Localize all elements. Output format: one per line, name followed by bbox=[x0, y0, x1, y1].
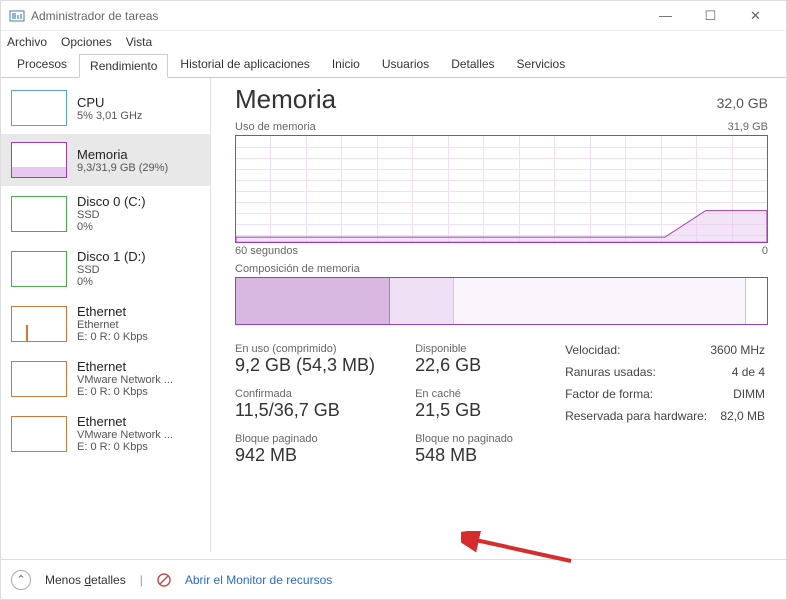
resource-monitor-icon bbox=[157, 573, 171, 587]
app-icon bbox=[9, 8, 25, 24]
sidebar-item-sub2: E: 0 R: 0 Kbps bbox=[77, 331, 148, 343]
resource-monitor-link[interactable]: Abrir el Monitor de recursos bbox=[185, 573, 332, 587]
disk-thumb-icon bbox=[11, 251, 67, 287]
page-title: Memoria bbox=[235, 84, 336, 115]
form-label: Factor de forma: bbox=[565, 387, 653, 401]
chart-time-right: 0 bbox=[762, 245, 768, 257]
sidebar-item-sub2: 0% bbox=[77, 276, 146, 288]
window-controls: — ☐ ✕ bbox=[643, 2, 778, 30]
minimize-button[interactable]: — bbox=[643, 2, 688, 30]
composition-chart bbox=[235, 277, 768, 325]
sidebar-item-sub2: E: 0 R: 0 Kbps bbox=[77, 441, 173, 453]
nonpaged-label: Bloque no paginado bbox=[415, 433, 525, 445]
tab-inicio[interactable]: Inicio bbox=[322, 53, 370, 77]
sidebar-item-label: Disco 1 (D:) bbox=[77, 249, 146, 264]
paged-label: Bloque paginado bbox=[235, 433, 375, 445]
menu-opciones[interactable]: Opciones bbox=[61, 35, 112, 49]
close-button[interactable]: ✕ bbox=[733, 2, 778, 30]
main-panel: Memoria 32,0 GB Uso de memoria 31,9 GB 6… bbox=[211, 78, 786, 552]
sidebar-item-label: Memoria bbox=[77, 147, 168, 162]
sidebar-item-sub2: 0% bbox=[77, 221, 146, 233]
sidebar-item-sub2: E: 0 R: 0 Kbps bbox=[77, 386, 173, 398]
cache-label: En caché bbox=[415, 388, 525, 400]
sidebar-item-sub: VMware Network ... bbox=[77, 374, 173, 386]
tab-rendimiento[interactable]: Rendimiento bbox=[79, 54, 168, 78]
commit-label: Confirmada bbox=[235, 388, 375, 400]
menu-archivo[interactable]: Archivo bbox=[7, 35, 47, 49]
titlebar: Administrador de tareas — ☐ ✕ bbox=[1, 1, 786, 31]
sidebar-item-sub: SSD bbox=[77, 209, 146, 221]
usage-chart-label: Uso de memoria bbox=[235, 121, 316, 133]
mem-thumb-icon bbox=[11, 142, 67, 178]
sidebar-item-label: Ethernet bbox=[77, 304, 148, 319]
sidebar-item-disco0[interactable]: Disco 0 (C:) SSD 0% bbox=[1, 186, 210, 241]
inuse-label: En uso (comprimido) bbox=[235, 343, 375, 355]
usage-chart-max: 31,9 GB bbox=[728, 121, 768, 133]
memory-total: 32,0 GB bbox=[717, 95, 768, 111]
chart-time-left: 60 segundos bbox=[235, 245, 298, 257]
sidebar-item-label: CPU bbox=[77, 95, 142, 110]
form-value: DIMM bbox=[733, 387, 765, 401]
chevron-up-icon[interactable]: ⌃ bbox=[11, 570, 31, 590]
paged-value: 942 MB bbox=[235, 445, 375, 466]
sidebar-item-sub: 5% 3,01 GHz bbox=[77, 110, 142, 122]
fewer-details-link[interactable]: Menos detalles bbox=[45, 573, 126, 587]
sidebar-item-disco1[interactable]: Disco 1 (D:) SSD 0% bbox=[1, 241, 210, 296]
sidebar-item-label: Ethernet bbox=[77, 359, 173, 374]
annotation-arrow-icon bbox=[461, 531, 581, 571]
sidebar-item-ethernet0[interactable]: Ethernet Ethernet E: 0 R: 0 Kbps bbox=[1, 296, 210, 351]
eth-thumb-icon bbox=[11, 361, 67, 397]
hw-value: 82,0 MB bbox=[720, 409, 765, 423]
footer: ⌃ Menos detalles | Abrir el Monitor de r… bbox=[1, 559, 786, 599]
speed-value: 3600 MHz bbox=[710, 343, 765, 357]
sidebar-item-sub: 9,3/31,9 GB (29%) bbox=[77, 162, 168, 174]
window-title: Administrador de tareas bbox=[31, 9, 643, 23]
sidebar-item-ethernet1[interactable]: Ethernet VMware Network ... E: 0 R: 0 Kb… bbox=[1, 351, 210, 406]
usage-chart bbox=[235, 135, 768, 243]
stats-area: En uso (comprimido) 9,2 GB (54,3 MB) Con… bbox=[235, 343, 768, 466]
avail-label: Disponible bbox=[415, 343, 525, 355]
sidebar-item-ethernet2[interactable]: Ethernet VMware Network ... E: 0 R: 0 Kb… bbox=[1, 406, 210, 461]
speed-label: Velocidad: bbox=[565, 343, 620, 357]
slots-label: Ranuras usadas: bbox=[565, 365, 656, 379]
nonpaged-value: 548 MB bbox=[415, 445, 525, 466]
cpu-thumb-icon bbox=[11, 90, 67, 126]
avail-value: 22,6 GB bbox=[415, 355, 525, 376]
menu-vista[interactable]: Vista bbox=[126, 35, 152, 49]
eth-thumb-icon bbox=[11, 416, 67, 452]
tab-usuarios[interactable]: Usuarios bbox=[372, 53, 439, 77]
slots-value: 4 de 4 bbox=[732, 365, 765, 379]
menubar: Archivo Opciones Vista bbox=[1, 31, 786, 53]
hw-label: Reservada para hardware: bbox=[565, 409, 707, 423]
tab-historial[interactable]: Historial de aplicaciones bbox=[170, 53, 319, 77]
sidebar-item-cpu[interactable]: CPU 5% 3,01 GHz bbox=[1, 82, 210, 134]
inuse-value: 9,2 GB (54,3 MB) bbox=[235, 355, 375, 376]
cache-value: 21,5 GB bbox=[415, 400, 525, 421]
sidebar-item-label: Disco 0 (C:) bbox=[77, 194, 146, 209]
sidebar-item-label: Ethernet bbox=[77, 414, 173, 429]
tab-procesos[interactable]: Procesos bbox=[7, 53, 77, 77]
tab-servicios[interactable]: Servicios bbox=[507, 53, 576, 77]
sidebar-item-memoria[interactable]: Memoria 9,3/31,9 GB (29%) bbox=[1, 134, 210, 186]
sidebar-item-sub: VMware Network ... bbox=[77, 429, 173, 441]
sidebar: CPU 5% 3,01 GHz Memoria 9,3/31,9 GB (29%… bbox=[1, 78, 211, 552]
composition-label: Composición de memoria bbox=[235, 263, 768, 275]
sidebar-item-sub: Ethernet bbox=[77, 319, 148, 331]
tab-detalles[interactable]: Detalles bbox=[441, 53, 504, 77]
tab-bar: Procesos Rendimiento Historial de aplica… bbox=[1, 53, 786, 78]
commit-value: 11,5/36,7 GB bbox=[235, 400, 375, 421]
content: CPU 5% 3,01 GHz Memoria 9,3/31,9 GB (29%… bbox=[1, 78, 786, 552]
sidebar-item-sub: SSD bbox=[77, 264, 146, 276]
eth-thumb-icon bbox=[11, 306, 67, 342]
disk-thumb-icon bbox=[11, 196, 67, 232]
maximize-button[interactable]: ☐ bbox=[688, 2, 733, 30]
